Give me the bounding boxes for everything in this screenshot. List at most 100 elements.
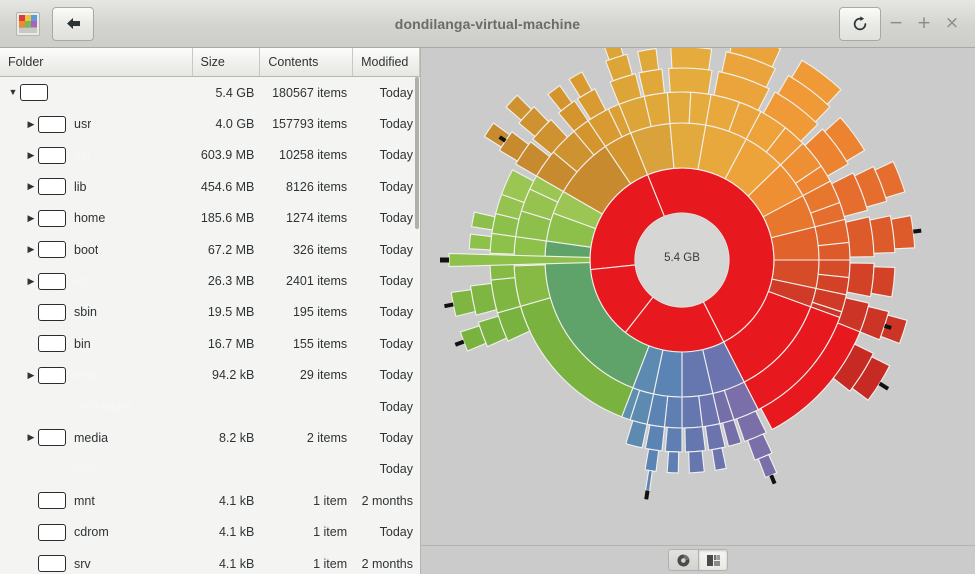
table-row[interactable]: ▶ boot 67.2 MB 326 items Today: [0, 234, 420, 265]
ring4-segment-13[interactable]: [668, 67, 713, 95]
maximize-button[interactable]: +: [911, 7, 937, 41]
ring6-segment-13[interactable]: [644, 469, 653, 492]
table-row[interactable]: ▶ lib 454.6 MB 8126 items Today: [0, 171, 420, 202]
row-modified: Today: [379, 117, 413, 132]
ring5-segment-3[interactable]: [470, 211, 496, 231]
reload-button[interactable]: [839, 6, 881, 41]
ring3-segment-13[interactable]: [666, 91, 692, 125]
ring4-segment-29[interactable]: [625, 419, 648, 449]
expander-closed-icon[interactable]: ▶: [24, 274, 38, 288]
ring-chart-svg[interactable]: [421, 48, 975, 516]
table-row[interactable]: ▼ 5.4 GB 180567 items Today: [0, 77, 420, 108]
table-row[interactable]: ▶lost+found Today: [0, 391, 420, 422]
table-row[interactable]: ▶root Today: [0, 454, 420, 485]
ring5-segment-20[interactable]: [711, 447, 727, 472]
table-row[interactable]: ▶ home 185.6 MB 1274 items Today: [0, 203, 420, 234]
column-header-contents[interactable]: Contents: [260, 48, 354, 76]
ring-chart-view-button[interactable]: [668, 549, 698, 571]
list-scrollbar[interactable]: [414, 77, 420, 574]
ring-chart[interactable]: 5.4 GB: [421, 48, 975, 545]
expander-closed-icon[interactable]: ▶: [24, 211, 38, 225]
disk-usage-analyzer-window: dondilanga-virtual-machine − + × Folder …: [0, 0, 975, 574]
row-folder-cell: ▶ media: [0, 429, 193, 447]
back-button[interactable]: [52, 6, 94, 41]
ring3-segment-37[interactable]: [681, 395, 704, 429]
disk-usage-analyzer-icon: [16, 11, 40, 36]
row-folder-cell: ▶mnt: [0, 492, 193, 510]
ring4-segment-25[interactable]: [704, 423, 726, 451]
expander-closed-icon[interactable]: ▶: [24, 180, 38, 194]
row-folder-name: root: [74, 462, 96, 477]
ring4-segment-27[interactable]: [664, 426, 683, 453]
row-folder-cell: ▶sbin: [0, 303, 193, 321]
expander-closed-icon[interactable]: ▶: [24, 431, 38, 445]
row-folder-name: home: [74, 211, 106, 226]
ring5-segment-16[interactable]: [870, 266, 896, 298]
row-folder-cell: ▶cdrom: [0, 523, 193, 541]
row-contents: 180567 items: [272, 85, 348, 100]
treemap-view-button[interactable]: [698, 549, 728, 571]
folder-icon: [38, 146, 66, 164]
folder-icon: [38, 366, 66, 384]
table-row[interactable]: ▶ var 603.9 MB 10258 items Today: [0, 140, 420, 171]
ring4-segment-26[interactable]: [684, 426, 707, 453]
row-size: 185.6 MB: [200, 211, 255, 226]
ring5-segment-2[interactable]: [468, 233, 493, 251]
ring6-segment-9[interactable]: [890, 214, 916, 250]
expander-closed-icon[interactable]: ▶: [24, 243, 38, 257]
table-row[interactable]: ▶ usr 4.0 GB 157793 items Today: [0, 108, 420, 139]
minimize-button[interactable]: −: [883, 7, 909, 41]
chart-center-hole[interactable]: [635, 213, 729, 307]
expander-closed-icon[interactable]: ▶: [24, 117, 38, 131]
row-size: 16.7 MB: [207, 336, 255, 351]
table-row[interactable]: ▶srv 4.1 kB 1 item 2 months: [0, 548, 420, 574]
row-size: 8.2 kB: [218, 430, 255, 445]
row-contents: 326 items: [292, 242, 348, 257]
ring3-segment-24[interactable]: [817, 241, 851, 261]
table-row[interactable]: ▶bin 16.7 MB 155 items Today: [0, 328, 420, 359]
row-modified: Today: [379, 179, 413, 194]
table-row[interactable]: ▶ etc 26.3 MB 2401 items Today: [0, 265, 420, 296]
close-button[interactable]: ×: [939, 7, 965, 41]
expander-open-icon[interactable]: ▼: [6, 86, 20, 100]
row-modified: Today: [379, 274, 413, 289]
ring5-segment-9[interactable]: [637, 48, 660, 73]
expander-closed-icon[interactable]: ▶: [24, 368, 38, 382]
table-row[interactable]: ▶sbin 19.5 MB 195 items Today: [0, 297, 420, 328]
ring4-segment-12[interactable]: [638, 68, 666, 97]
ring4-segment-19[interactable]: [846, 262, 875, 298]
row-folder-cell: ▶ lib: [0, 178, 193, 196]
expander-closed-icon[interactable]: ▶: [24, 148, 38, 162]
chart-view-toggles: [421, 545, 975, 574]
ring-tip-marker: [644, 490, 650, 500]
ring5-segment-22[interactable]: [666, 450, 680, 474]
folder-rows: ▼ 5.4 GB 180567 items Today ▶ usr 4.0 GB 157793…: [0, 77, 420, 574]
folder-list-pane: Folder Size Contents Modified ▼ 5.4 GB 180…: [0, 48, 421, 574]
column-header-folder[interactable]: Folder: [0, 48, 193, 76]
column-header-modified[interactable]: Modified: [353, 48, 420, 76]
table-row[interactable]: ▶ media 8.2 kB 2 items Today: [0, 422, 420, 453]
table-row[interactable]: ▶cdrom 4.1 kB 1 item Today: [0, 516, 420, 547]
table-row[interactable]: ▶ tmp 94.2 kB 29 items Today: [0, 360, 420, 391]
ring4-segment-18[interactable]: [845, 216, 875, 258]
ring6-segment-12[interactable]: [757, 453, 778, 479]
list-scrollbar-thumb[interactable]: [415, 77, 419, 229]
row-folder-name: tmp: [74, 368, 95, 383]
column-header-size[interactable]: Size: [193, 48, 261, 76]
row-modified: Today: [379, 430, 413, 445]
row-modified: Today: [379, 305, 413, 320]
row-folder-name: lib: [74, 179, 87, 194]
row-folder-name: srv: [74, 556, 91, 571]
row-folder-name: sbin: [74, 305, 97, 320]
row-folder-name: media: [74, 430, 109, 445]
ring5-segment-21[interactable]: [688, 450, 705, 474]
ring4-segment-28[interactable]: [644, 424, 666, 452]
window-body: Folder Size Contents Modified ▼ 5.4 GB 180…: [0, 48, 975, 574]
ring6-segment-1[interactable]: [450, 289, 476, 318]
ring5-segment-10[interactable]: [670, 48, 713, 71]
row-folder-name: mnt: [74, 493, 95, 508]
row-modified: Today: [379, 368, 413, 383]
row-modified: Today: [379, 85, 413, 100]
ring5-segment-23[interactable]: [644, 448, 660, 473]
table-row[interactable]: ▶mnt 4.1 kB 1 item 2 months: [0, 485, 420, 516]
